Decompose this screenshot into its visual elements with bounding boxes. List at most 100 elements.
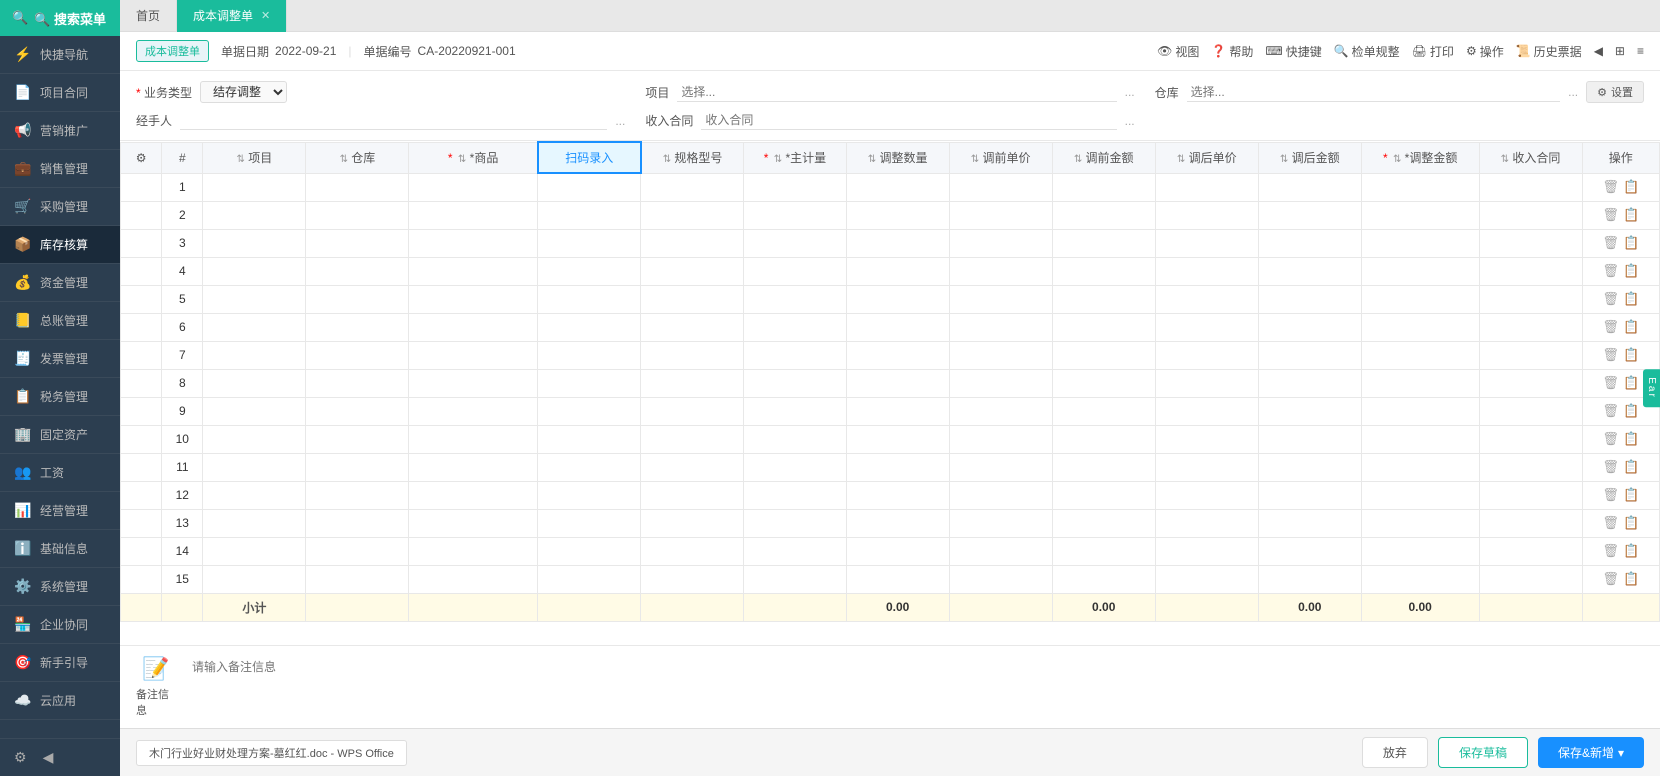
table-row[interactable]: 13 🗑 📋 bbox=[121, 509, 1660, 537]
row-warehouse[interactable] bbox=[306, 453, 409, 481]
row-copy-btn[interactable]: 📋 bbox=[1623, 207, 1639, 223]
row-unit[interactable] bbox=[744, 369, 846, 397]
row-price-before[interactable] bbox=[949, 481, 1052, 509]
row-adjust-amount[interactable] bbox=[1361, 453, 1479, 481]
row-income-contract[interactable] bbox=[1479, 453, 1582, 481]
sidebar-item-sales-promo[interactable]: 📢 营销推广 bbox=[0, 112, 120, 150]
row-copy-btn[interactable]: 📋 bbox=[1623, 403, 1639, 419]
row-qty[interactable] bbox=[846, 201, 949, 229]
row-price-after[interactable] bbox=[1155, 229, 1258, 257]
row-warehouse[interactable] bbox=[306, 509, 409, 537]
row-copy-btn[interactable]: 📋 bbox=[1623, 487, 1639, 503]
row-project[interactable] bbox=[203, 285, 306, 313]
sidebar-item-invoice-mgmt[interactable]: 🧾 发票管理 bbox=[0, 340, 120, 378]
row-price-after[interactable] bbox=[1155, 313, 1258, 341]
row-product[interactable] bbox=[409, 257, 538, 285]
save-draft-button[interactable]: 保存草稿 bbox=[1438, 737, 1528, 768]
row-income-contract[interactable] bbox=[1479, 229, 1582, 257]
row-amount-after[interactable] bbox=[1258, 173, 1361, 201]
row-amount-before[interactable] bbox=[1052, 509, 1155, 537]
row-amount-before[interactable] bbox=[1052, 481, 1155, 509]
sidebar-logo[interactable]: 🔍 🔍 搜索菜单 bbox=[0, 0, 120, 36]
row-amount-after[interactable] bbox=[1258, 537, 1361, 565]
row-amount-before[interactable] bbox=[1052, 341, 1155, 369]
row-amount-after[interactable] bbox=[1258, 229, 1361, 257]
row-scan[interactable] bbox=[538, 229, 641, 257]
row-income-contract[interactable] bbox=[1479, 481, 1582, 509]
row-copy-btn[interactable]: 📋 bbox=[1623, 571, 1639, 587]
row-product[interactable] bbox=[409, 425, 538, 453]
row-qty[interactable] bbox=[846, 537, 949, 565]
sidebar-item-basic-info[interactable]: ℹ️ 基础信息 bbox=[0, 530, 120, 568]
sidebar-item-ledger-mgmt[interactable]: 📒 总账管理 bbox=[0, 302, 120, 340]
row-amount-before[interactable] bbox=[1052, 173, 1155, 201]
row-scan[interactable] bbox=[538, 341, 641, 369]
row-amount-before[interactable] bbox=[1052, 537, 1155, 565]
operation-action[interactable]: ⚙ 操作 bbox=[1466, 43, 1504, 60]
sidebar-item-inventory[interactable]: 📦 库存核算 bbox=[0, 226, 120, 264]
history-action[interactable]: 📜 历史票据 bbox=[1516, 43, 1582, 60]
row-unit[interactable] bbox=[744, 453, 846, 481]
row-income-contract[interactable] bbox=[1479, 257, 1582, 285]
sidebar-item-project-contract[interactable]: 📄 项目合同 bbox=[0, 74, 120, 112]
tab-home[interactable]: 首页 bbox=[120, 0, 177, 32]
row-project[interactable] bbox=[203, 201, 306, 229]
th-spec[interactable]: ⇅ 规格型号 bbox=[641, 142, 744, 173]
row-scan[interactable] bbox=[538, 509, 641, 537]
row-price-before[interactable] bbox=[949, 313, 1052, 341]
row-adjust-amount[interactable] bbox=[1361, 201, 1479, 229]
row-qty[interactable] bbox=[846, 425, 949, 453]
row-income-contract[interactable] bbox=[1479, 425, 1582, 453]
th-unit[interactable]: ⇅ *主计量 bbox=[744, 142, 846, 173]
row-price-before[interactable] bbox=[949, 453, 1052, 481]
print-action[interactable]: 🖨 打印 bbox=[1412, 43, 1454, 60]
handler-dots[interactable]: ... bbox=[615, 114, 625, 128]
row-spec[interactable] bbox=[641, 509, 744, 537]
tab-cost-adjust[interactable]: 成本调整单 ✕ bbox=[177, 0, 287, 32]
row-warehouse[interactable] bbox=[306, 257, 409, 285]
row-price-after[interactable] bbox=[1155, 341, 1258, 369]
row-amount-before[interactable] bbox=[1052, 453, 1155, 481]
row-price-after[interactable] bbox=[1155, 397, 1258, 425]
row-adjust-amount[interactable] bbox=[1361, 565, 1479, 593]
row-project[interactable] bbox=[203, 341, 306, 369]
row-product[interactable] bbox=[409, 173, 538, 201]
row-delete-btn[interactable]: 🗑 bbox=[1602, 347, 1619, 363]
row-qty[interactable] bbox=[846, 509, 949, 537]
row-warehouse[interactable] bbox=[306, 397, 409, 425]
row-spec[interactable] bbox=[641, 201, 744, 229]
row-unit[interactable] bbox=[744, 201, 846, 229]
sidebar-item-sales-mgmt[interactable]: 💼 销售管理 bbox=[0, 150, 120, 188]
row-copy-btn[interactable]: 📋 bbox=[1623, 459, 1639, 475]
row-copy-btn[interactable]: 📋 bbox=[1623, 431, 1639, 447]
row-price-before[interactable] bbox=[949, 229, 1052, 257]
row-spec[interactable] bbox=[641, 397, 744, 425]
row-price-after[interactable] bbox=[1155, 369, 1258, 397]
sidebar-item-tax-mgmt[interactable]: 📋 税务管理 bbox=[0, 378, 120, 416]
row-scan[interactable] bbox=[538, 425, 641, 453]
th-adjust[interactable]: ⇅ *调整金额 bbox=[1361, 142, 1479, 173]
table-row[interactable]: 4 🗑 📋 bbox=[121, 257, 1660, 285]
row-product[interactable] bbox=[409, 341, 538, 369]
row-unit[interactable] bbox=[744, 341, 846, 369]
row-price-after[interactable] bbox=[1155, 565, 1258, 593]
row-delete-btn[interactable]: 🗑 bbox=[1602, 571, 1619, 587]
th-amount-before[interactable]: ⇅ 调前金额 bbox=[1052, 142, 1155, 173]
th-settings[interactable]: ⚙ bbox=[121, 142, 162, 173]
row-product[interactable] bbox=[409, 285, 538, 313]
row-price-before[interactable] bbox=[949, 285, 1052, 313]
sidebar-item-sys-settings[interactable]: ⚙️ 系统管理 bbox=[0, 568, 120, 606]
business-type-select[interactable]: 结存调整 bbox=[200, 81, 287, 103]
row-adjust-amount[interactable] bbox=[1361, 425, 1479, 453]
row-price-after[interactable] bbox=[1155, 425, 1258, 453]
tab-close-icon[interactable]: ✕ bbox=[261, 9, 270, 22]
row-amount-after[interactable] bbox=[1258, 369, 1361, 397]
row-project[interactable] bbox=[203, 453, 306, 481]
project-dots[interactable]: ... bbox=[1125, 85, 1135, 99]
row-income-contract[interactable] bbox=[1479, 565, 1582, 593]
table-row[interactable]: 14 🗑 📋 bbox=[121, 537, 1660, 565]
income-contract-input[interactable] bbox=[701, 111, 1116, 130]
row-price-after[interactable] bbox=[1155, 509, 1258, 537]
row-copy-btn[interactable]: 📋 bbox=[1623, 375, 1639, 391]
row-delete-btn[interactable]: 🗑 bbox=[1602, 515, 1619, 531]
